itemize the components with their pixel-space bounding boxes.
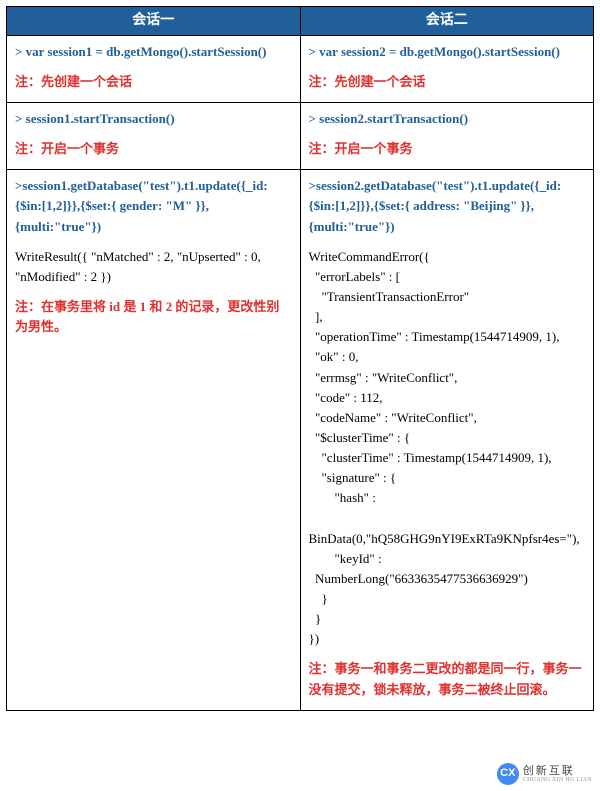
table-row: > var session1 = db.getMongo().startSess…: [7, 35, 594, 102]
comparison-table-container: 会话一 会话二 > var session1 = db.getMongo().s…: [0, 0, 600, 711]
annotation: 注：开启一个事务: [309, 139, 586, 159]
table-row: >session1.getDatabase("test").t1.update(…: [7, 170, 594, 711]
code-command: > session1.startTransaction(): [15, 109, 292, 129]
header-session1: 会话一: [7, 7, 301, 36]
code-output: WriteResult({ "nMatched" : 2, "nUpserted…: [15, 247, 292, 287]
watermark-logo-icon: CX: [497, 763, 519, 785]
watermark-en: CHUANG XIN HU LIAN: [523, 777, 592, 783]
annotation: 注：事务一和事务二更改的都是同一行，事务一没有提交，锁未释放，事务二被终止回滚。: [309, 659, 586, 699]
code-command: > session2.startTransaction(): [309, 109, 586, 129]
annotation: 注：先创建一个会话: [15, 72, 292, 92]
cell-row1-left: > var session1 = db.getMongo().startSess…: [7, 35, 301, 102]
watermark: CX 创新互联 CHUANG XIN HU LIAN: [497, 763, 592, 785]
comparison-table: 会话一 会话二 > var session1 = db.getMongo().s…: [6, 6, 594, 711]
code-command: > var session1 = db.getMongo().startSess…: [15, 42, 292, 62]
watermark-cn: 创新互联: [523, 766, 592, 777]
cell-row3-left: >session1.getDatabase("test").t1.update(…: [7, 170, 301, 711]
code-output: WriteCommandError({ "errorLabels" : [ "T…: [309, 247, 586, 650]
watermark-text: 创新互联 CHUANG XIN HU LIAN: [523, 766, 592, 783]
code-command: > var session2 = db.getMongo().startSess…: [309, 42, 586, 62]
table-row: > session1.startTransaction() 注：开启一个事务 >…: [7, 102, 594, 169]
annotation: 注：在事务里将 id 是 1 和 2 的记录，更改性别为男性。: [15, 297, 292, 337]
cell-row2-left: > session1.startTransaction() 注：开启一个事务: [7, 102, 301, 169]
code-command: >session1.getDatabase("test").t1.update(…: [15, 176, 292, 236]
cell-row2-right: > session2.startTransaction() 注：开启一个事务: [300, 102, 594, 169]
annotation: 注：先创建一个会话: [309, 72, 586, 92]
cell-row1-right: > var session2 = db.getMongo().startSess…: [300, 35, 594, 102]
code-command: >session2.getDatabase("test").t1.update(…: [309, 176, 586, 236]
cell-row3-right: >session2.getDatabase("test").t1.update(…: [300, 170, 594, 711]
annotation: 注：开启一个事务: [15, 139, 292, 159]
header-session2: 会话二: [300, 7, 594, 36]
